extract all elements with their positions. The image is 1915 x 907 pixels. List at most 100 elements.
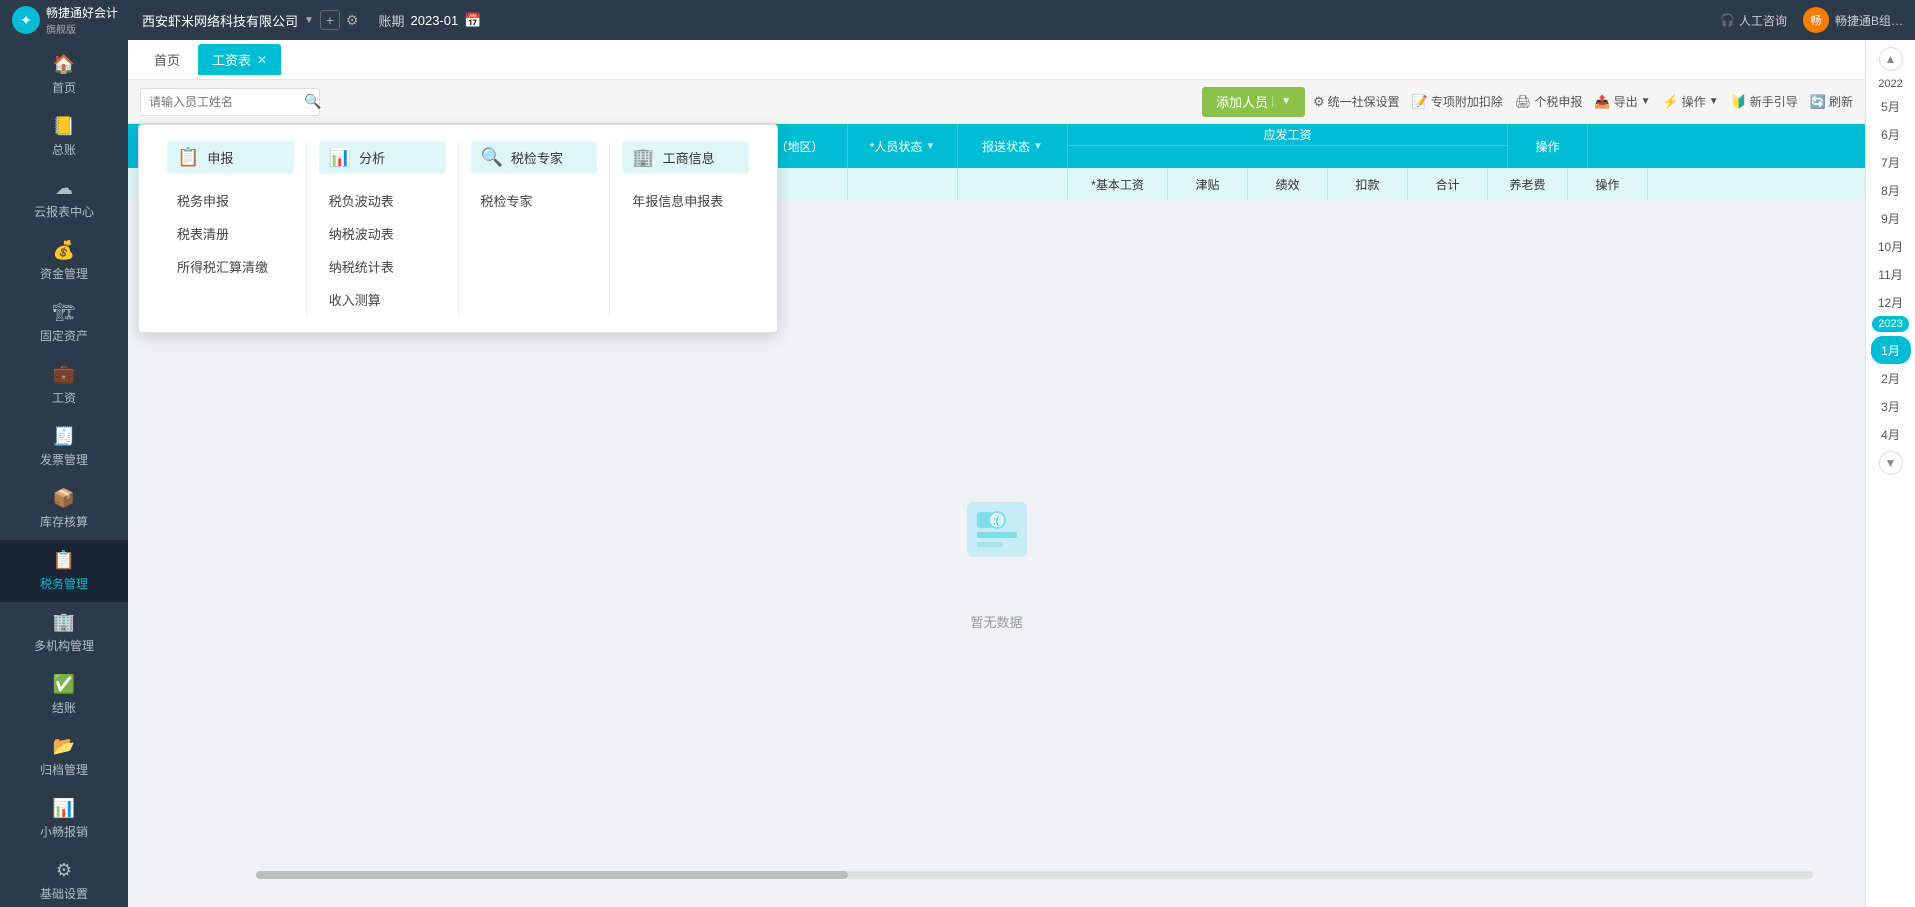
sidebar-item-multiorg[interactable]: 🏢 多机构管理 (0, 602, 128, 664)
tab-home[interactable]: 首页 (140, 44, 194, 75)
sidebar-item-settings[interactable]: ⚙ 基础设置 (0, 850, 128, 907)
sidebar-item-settle[interactable]: ✅ 结账 (0, 664, 128, 726)
sidebar-item-capital[interactable]: 💰 资金管理 (0, 230, 128, 292)
menu-item-income-calc[interactable]: 收入测算 (319, 283, 446, 316)
cal-month-6[interactable]: 6月 (1871, 120, 1911, 148)
settle-icon: ✅ (53, 674, 75, 695)
cal-month-3[interactable]: 3月 (1871, 392, 1911, 420)
menu-item-tax-statistics[interactable]: 纳税统计表 (319, 250, 446, 283)
empty-text: 暂无数据 (970, 612, 1022, 631)
logo-text-wrap: 畅捷通好会计 旗舰版 (46, 4, 118, 36)
horizontal-scrollbar-area (256, 871, 1813, 879)
sidebar-item-inventory[interactable]: 📦 库存核算 (0, 478, 128, 540)
sidebar-label-settle: 结账 (52, 699, 76, 716)
export-btn[interactable]: 📤 导出 ▼ (1594, 93, 1650, 110)
period-display: 账期 2023-01 📅 (378, 11, 481, 30)
social-security-btn[interactable]: ⚙ 统一社保设置 (1313, 93, 1400, 110)
menu-item-tax-table[interactable]: 税表清册 (167, 217, 294, 250)
toolbar: 🔍 添加人员 ▼ ⚙ 统一社保设置 📝 专项附加扣除 🖨 个税申报 (128, 80, 1865, 124)
sidebar-item-report[interactable]: 📊 小畅报销 (0, 788, 128, 850)
cal-month-9[interactable]: 9月 (1871, 204, 1911, 232)
cal-month-2[interactable]: 2月 (1871, 364, 1911, 392)
special-deduction-btn[interactable]: 📝 专项附加扣除 (1412, 93, 1503, 110)
cal-month-7[interactable]: 7月 (1871, 148, 1911, 176)
sidebar-item-invoice[interactable]: 🧾 发票管理 (0, 416, 128, 478)
export-icon: 📤 (1594, 94, 1610, 110)
sidebar-label-report: 小畅报销 (40, 823, 88, 840)
menu-item-tax-expert[interactable]: 税检专家 (471, 184, 598, 217)
cal-month-11[interactable]: 11月 (1871, 260, 1911, 288)
th-sub-total: 合计 (1408, 168, 1488, 200)
settings-icon: ⚙ (56, 860, 72, 881)
sidebar: 🏠 首页 📒 总账 ☁ 云报表中心 💰 资金管理 🏗 固定资产 💼 工资 🧾 发… (0, 40, 128, 907)
section-tax-expert: 🔍 税检专家 税检专家 (459, 141, 611, 316)
cal-prev-year-label: 2022 (1878, 78, 1902, 90)
th-sub-allowance: 津贴 (1168, 168, 1248, 200)
social-security-label: 统一社保设置 (1328, 93, 1400, 110)
company-settings-icon[interactable]: ⚙ (346, 12, 359, 29)
service-button[interactable]: 🎧 人工咨询 (1720, 12, 1787, 29)
scrollbar-track[interactable] (256, 871, 1813, 879)
toolbar-actions: ⚙ 统一社保设置 📝 专项附加扣除 🖨 个税申报 📤 导出 ▼ ⚡ (1313, 93, 1853, 110)
menu-item-tax-burden[interactable]: 税负波动表 (319, 184, 446, 217)
cal-month-10[interactable]: 10月 (1871, 232, 1911, 260)
operate-btn[interactable]: ⚡ 操作 ▼ (1662, 93, 1718, 110)
sidebar-item-assets[interactable]: 🏗 固定资产 (0, 292, 128, 354)
menu-item-annual-report[interactable]: 年报信息申报表 (622, 184, 749, 217)
tax-return-btn[interactable]: 🖨 个税申报 (1515, 93, 1583, 110)
th-status: *人员状态 ▼ (848, 124, 958, 168)
menu-item-tax-declaration[interactable]: 税务申报 (167, 184, 294, 217)
menu-item-tax-fluctuation[interactable]: 纳税波动表 (319, 217, 446, 250)
status-filter-icon[interactable]: ▼ (925, 141, 935, 152)
company-arrow-icon: ▼ (304, 15, 314, 26)
sidebar-item-home[interactable]: 🏠 首页 (0, 44, 128, 106)
add-person-button[interactable]: 添加人员 ▼ (1202, 87, 1305, 117)
new-guide-btn[interactable]: 🔰 新手引导 (1731, 93, 1798, 110)
main-layout: 🏠 首页 📒 总账 ☁ 云报表中心 💰 资金管理 🏗 固定资产 💼 工资 🧾 发… (0, 40, 1915, 907)
user-avatar: 畅 (1803, 7, 1829, 33)
add-company-icon[interactable]: + (320, 10, 340, 30)
tab-payroll-table[interactable]: 工资表 ✕ (198, 44, 281, 75)
logo-subtitle: 旗舰版 (46, 21, 118, 36)
analysis-section-title: 分析 (359, 148, 385, 167)
section-shenb ao: 📋 申报 税务申报 税表清册 所得税汇算清缴 (155, 141, 307, 316)
cal-prev-btn[interactable]: ▲ (1879, 47, 1903, 71)
user-area[interactable]: 畅 畅捷通B组… (1803, 7, 1903, 33)
period-calendar-icon[interactable]: 📅 (464, 12, 481, 29)
new-guide-label: 新手引导 (1750, 93, 1798, 110)
scrollbar-thumb[interactable] (256, 871, 848, 879)
cal-next-btn[interactable]: ▼ (1879, 451, 1903, 475)
menu-item-income-tax[interactable]: 所得税汇算清缴 (167, 250, 294, 283)
empty-illustration: :( (947, 477, 1047, 577)
th-action-header: 操作 (1508, 124, 1588, 168)
cal-month-12[interactable]: 12月 (1871, 288, 1911, 316)
sidebar-item-cloud[interactable]: ☁ 云报表中心 (0, 168, 128, 230)
refresh-btn[interactable]: 🔄 刷新 (1810, 93, 1853, 110)
tab-close-icon[interactable]: ✕ (257, 53, 267, 67)
cloud-icon: ☁ (55, 178, 73, 199)
search-input[interactable] (149, 95, 304, 109)
multiorg-icon: 🏢 (53, 612, 75, 633)
search-box[interactable]: 🔍 (140, 88, 320, 116)
sidebar-item-payroll[interactable]: 💼 工资 (0, 354, 128, 416)
cal-month-4[interactable]: 4月 (1871, 420, 1911, 448)
th-sub-report (958, 168, 1068, 200)
sidebar-item-tax[interactable]: 📋 税务管理 (0, 540, 128, 602)
dropdown-menu: 📋 申报 税务申报 税表清册 所得税汇算清缴 📊 分析 税负波动表 纳税波动表 … (138, 124, 778, 333)
th-sub-deduction: 扣款 (1328, 168, 1408, 200)
th-status-label: *人员状态 (870, 138, 923, 155)
cal-month-5[interactable]: 5月 (1871, 92, 1911, 120)
sidebar-item-archive[interactable]: 📂 归档管理 (0, 726, 128, 788)
cal-month-1-active[interactable]: 1月 (1871, 336, 1911, 364)
top-right-area: 🎧 人工咨询 畅 畅捷通B组… (1720, 7, 1903, 33)
sidebar-item-ledger[interactable]: 📒 总账 (0, 106, 128, 168)
th-sub-pension: 养老费 (1488, 168, 1568, 200)
section-header-analysis: 📊 分析 (319, 141, 446, 174)
report-filter-icon[interactable]: ▼ (1033, 141, 1043, 152)
sidebar-label-ledger: 总账 (52, 141, 76, 158)
cal-month-8[interactable]: 8月 (1871, 176, 1911, 204)
ledger-icon: 📒 (53, 116, 75, 137)
add-person-arrow-icon[interactable]: ▼ (1272, 96, 1291, 107)
company-selector[interactable]: 西安虾米网络科技有限公司 ▼ + ⚙ (142, 10, 358, 30)
sidebar-label-cloud: 云报表中心 (34, 203, 94, 220)
